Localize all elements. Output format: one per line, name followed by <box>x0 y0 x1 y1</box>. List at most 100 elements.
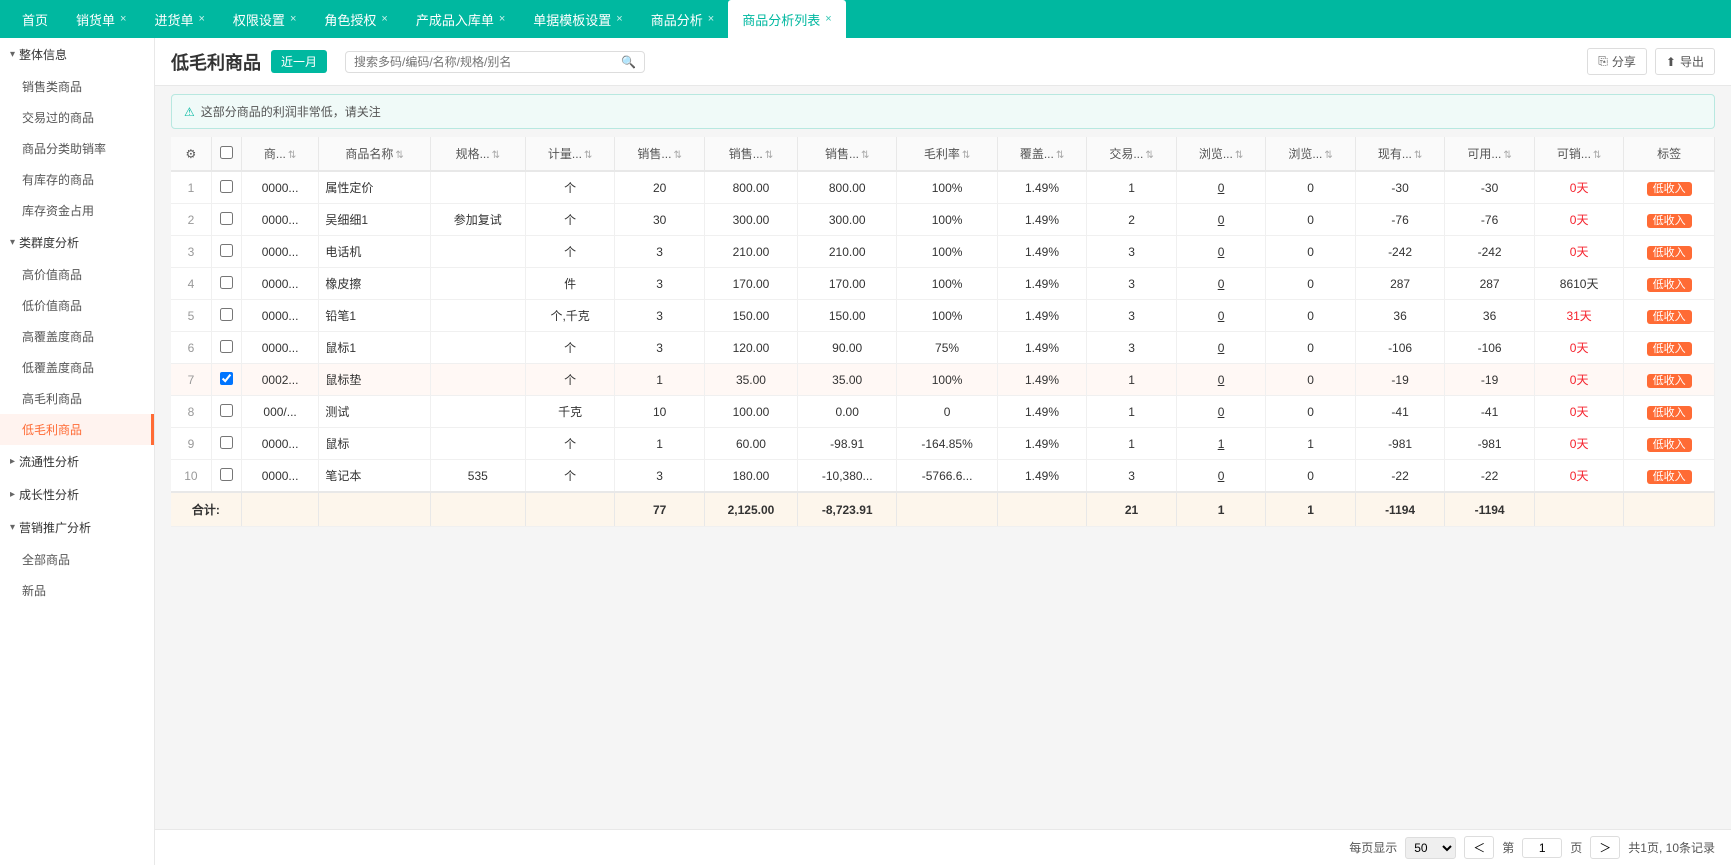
view1-link[interactable]: 0 <box>1218 469 1225 483</box>
col-view2[interactable]: 浏览...⇅ <box>1266 137 1356 171</box>
col-checkbox[interactable] <box>211 137 241 171</box>
close-product-analysis-icon[interactable]: × <box>708 13 714 25</box>
row-checkbox[interactable] <box>220 436 233 449</box>
time-filter-button[interactable]: 近一月 <box>271 50 327 73</box>
col-name[interactable]: 商品名称⇅ <box>319 137 430 171</box>
close-role-auth-icon[interactable]: × <box>381 13 387 25</box>
col-current[interactable]: 现有...⇅ <box>1355 137 1445 171</box>
row-checkbox-cell[interactable] <box>211 236 241 268</box>
sidebar-item-sales-products[interactable]: 销售类商品 <box>0 71 154 102</box>
sidebar-item-all-products[interactable]: 全部商品 <box>0 544 154 575</box>
nav-home[interactable]: 首页 <box>8 0 62 38</box>
sidebar-group-growth-title[interactable]: ▸ 成长性分析 <box>0 478 154 511</box>
col-sales-profit[interactable]: 销售...⇅ <box>798 137 897 171</box>
sidebar-item-high-margin[interactable]: 高毛利商品 <box>0 383 154 414</box>
sidebar-group-cluster-title[interactable]: ▾ 类群度分析 <box>0 226 154 259</box>
sidebar-item-low-value[interactable]: 低价值商品 <box>0 290 154 321</box>
view1-link[interactable]: 0 <box>1218 405 1225 419</box>
sidebar-item-category-sales-rate[interactable]: 商品分类助销率 <box>0 133 154 164</box>
col-coverage[interactable]: 覆盖...⇅ <box>997 137 1087 171</box>
col-saleable[interactable]: 可销...⇅ <box>1534 137 1624 171</box>
close-permissions-icon[interactable]: × <box>290 13 296 25</box>
col-code[interactable]: 商...⇅ <box>241 137 319 171</box>
row-checkbox-cell[interactable] <box>211 396 241 428</box>
row-view1[interactable]: 0 <box>1176 364 1266 396</box>
col-sales-count[interactable]: 销售...⇅ <box>615 137 705 171</box>
sidebar-item-new-products[interactable]: 新品 <box>0 575 154 606</box>
row-checkbox[interactable] <box>220 468 233 481</box>
prev-page-button[interactable]: ＜ <box>1464 836 1494 859</box>
page-size-select[interactable]: 50 20 100 <box>1405 837 1456 859</box>
row-view1[interactable]: 0 <box>1176 204 1266 236</box>
row-checkbox-cell[interactable] <box>211 364 241 396</box>
nav-product-inbound[interactable]: 产成品入库单 × <box>402 0 519 38</box>
search-input[interactable] <box>354 55 617 69</box>
row-name[interactable]: 鼠标1 <box>319 332 430 364</box>
row-name[interactable]: 电话机 <box>319 236 430 268</box>
search-icon[interactable]: 🔍 <box>621 55 636 69</box>
sidebar-item-in-stock-products[interactable]: 有库存的商品 <box>0 164 154 195</box>
sidebar-item-low-margin[interactable]: 低毛利商品 <box>0 414 154 445</box>
row-name[interactable]: 笔记本 <box>319 460 430 493</box>
view1-link[interactable]: 0 <box>1218 181 1225 195</box>
row-checkbox-cell[interactable] <box>211 332 241 364</box>
close-product-analysis-list-icon[interactable]: × <box>825 13 831 25</box>
sidebar-group-marketing-title[interactable]: ▾ 营销推广分析 <box>0 511 154 544</box>
row-checkbox-cell[interactable] <box>211 204 241 236</box>
row-checkbox-cell[interactable] <box>211 428 241 460</box>
col-sales-price[interactable]: 销售...⇅ <box>704 137 797 171</box>
view1-link[interactable]: 1 <box>1218 437 1225 451</box>
row-view1[interactable]: 0 <box>1176 171 1266 204</box>
row-checkbox[interactable] <box>220 212 233 225</box>
col-settings[interactable]: ⚙ <box>171 137 211 171</box>
nav-purchase-order[interactable]: 进货单 × <box>140 0 218 38</box>
row-name[interactable]: 测试 <box>319 396 430 428</box>
sidebar-item-high-value[interactable]: 高价值商品 <box>0 259 154 290</box>
view1-link[interactable]: 0 <box>1218 213 1225 227</box>
nav-sales-order[interactable]: 销货单 × <box>62 0 140 38</box>
export-button[interactable]: ⬆ 导出 <box>1655 48 1715 75</box>
close-purchase-order-icon[interactable]: × <box>198 13 204 25</box>
row-name[interactable]: 鼠标垫 <box>319 364 430 396</box>
select-all-checkbox[interactable] <box>220 146 233 159</box>
page-number-input[interactable] <box>1522 838 1562 858</box>
row-view1[interactable]: 0 <box>1176 396 1266 428</box>
row-name[interactable]: 铅笔1 <box>319 300 430 332</box>
view1-link[interactable]: 0 <box>1218 245 1225 259</box>
row-checkbox[interactable] <box>220 244 233 257</box>
col-available[interactable]: 可用...⇅ <box>1445 137 1535 171</box>
row-checkbox[interactable] <box>220 180 233 193</box>
sidebar-item-high-coverage[interactable]: 高覆盖度商品 <box>0 321 154 352</box>
close-product-inbound-icon[interactable]: × <box>499 13 505 25</box>
share-button[interactable]: ⎘ 分享 <box>1587 48 1647 75</box>
row-checkbox[interactable] <box>220 340 233 353</box>
col-unit[interactable]: 计量...⇅ <box>525 137 615 171</box>
nav-template-settings[interactable]: 单据模板设置 × <box>519 0 636 38</box>
row-view1[interactable]: 0 <box>1176 268 1266 300</box>
row-checkbox[interactable] <box>220 276 233 289</box>
nav-role-auth[interactable]: 角色授权 × <box>310 0 401 38</box>
row-name[interactable]: 橡皮擦 <box>319 268 430 300</box>
col-tag[interactable]: 标签 <box>1624 137 1715 171</box>
row-checkbox-cell[interactable] <box>211 268 241 300</box>
view1-link[interactable]: 0 <box>1218 309 1225 323</box>
row-checkbox-cell[interactable] <box>211 171 241 204</box>
next-page-button[interactable]: ＞ <box>1590 836 1620 859</box>
sidebar-item-inventory-capital[interactable]: 库存资金占用 <box>0 195 154 226</box>
row-checkbox-cell[interactable] <box>211 460 241 493</box>
sidebar-group-overall-title[interactable]: ▾ 整体信息 <box>0 38 154 71</box>
view1-link[interactable]: 0 <box>1218 277 1225 291</box>
close-sales-order-icon[interactable]: × <box>120 13 126 25</box>
row-name[interactable]: 吴细细1 <box>319 204 430 236</box>
view1-link[interactable]: 0 <box>1218 373 1225 387</box>
row-name[interactable]: 属性定价 <box>319 171 430 204</box>
view1-link[interactable]: 0 <box>1218 341 1225 355</box>
sidebar-item-low-coverage[interactable]: 低覆盖度商品 <box>0 352 154 383</box>
row-view1[interactable]: 0 <box>1176 460 1266 493</box>
sidebar-group-circulation-title[interactable]: ▸ 流通性分析 <box>0 445 154 478</box>
sidebar-item-traded-products[interactable]: 交易过的商品 <box>0 102 154 133</box>
col-spec[interactable]: 规格...⇅ <box>430 137 525 171</box>
row-checkbox[interactable] <box>220 404 233 417</box>
nav-product-analysis-list[interactable]: 商品分析列表 × <box>728 0 845 38</box>
row-view1[interactable]: 0 <box>1176 236 1266 268</box>
